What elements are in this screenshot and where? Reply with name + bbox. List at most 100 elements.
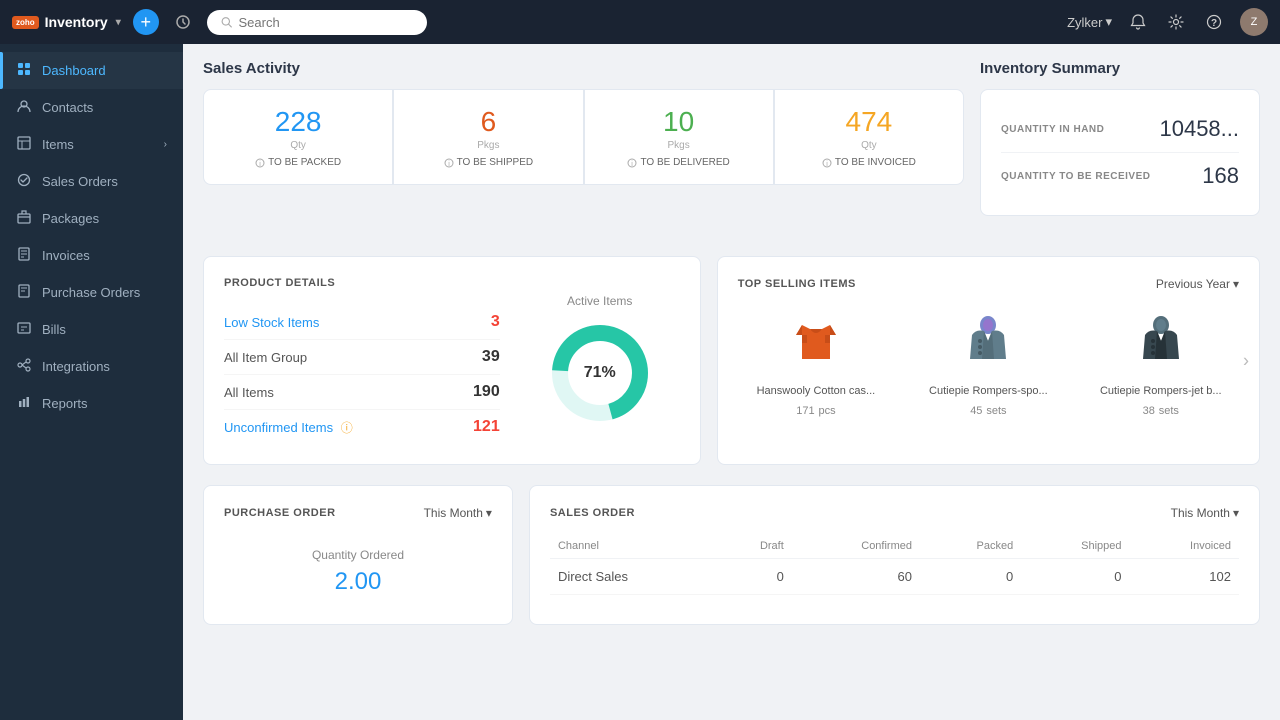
so-cell-confirmed: 60 [792,559,920,595]
mid-section: PRODUCT DETAILS Low Stock Items 3 All It… [203,256,1260,465]
shipped-unit: Pkgs [414,140,562,151]
packed-number: 228 [224,106,372,138]
ts-item-1[interactable]: Hanswooly Cotton cas... 171 pcs [738,305,894,417]
filter-dropdown-icon: ▾ [1233,277,1239,291]
pd-label-low-stock[interactable]: Low Stock Items [224,315,319,330]
pd-row-all-items: All Items 190 [224,375,500,410]
donut-center-label: 71% [584,364,616,382]
user-menu[interactable]: Zylker ▾ [1067,14,1112,30]
inv-row-received: QUANTITY TO BE RECEIVED 168 [1001,153,1239,199]
so-col-confirmed: Confirmed [792,534,920,559]
sidebar-item-label: Dashboard [42,63,106,78]
sa-card-invoiced: 474 Qty i TO BE INVOICED [774,89,964,185]
pd-val-all-items: 190 [473,383,500,401]
pd-label-all-items: All Items [224,385,274,400]
inv-row-hand: QUANTITY IN HAND 10458... [1001,106,1239,153]
invoiced-label: i TO BE INVOICED [795,157,943,168]
top-selling-header: TOP SELLING ITEMS Previous Year ▾ [738,277,1239,291]
product-details-title: PRODUCT DETAILS [224,277,500,289]
sidebar-item-dashboard[interactable]: Dashboard [0,52,183,89]
so-cell-draft: 0 [715,559,792,595]
pd-row-item-group: All Item Group 39 [224,340,500,375]
sidebar-item-packages[interactable]: Packages [0,200,183,237]
purchase-order-title: PURCHASE ORDER [224,507,336,519]
sidebar-item-purchase-orders[interactable]: Purchase Orders [0,274,183,311]
sidebar-item-integrations[interactable]: Integrations [0,348,183,385]
sidebar-item-label: Integrations [42,359,110,374]
product-details-right: Active Items 71% [520,277,680,444]
ts-next-arrow[interactable]: › [1243,351,1249,372]
history-icon[interactable] [171,10,195,34]
user-dropdown-icon: ▾ [1105,14,1112,30]
help-icon[interactable]: ? [1202,10,1226,34]
ts-name-2: Cutiepie Rompers-spo... [910,385,1066,397]
inv-key-received: QUANTITY TO BE RECEIVED [1001,171,1150,182]
sales-activity-cards: 228 Qty i TO BE PACKED 6 Pkgs i TO BE SH… [203,89,964,185]
sales-orders-icon [16,173,32,190]
pd-label-item-group: All Item Group [224,350,307,365]
packed-label: i TO BE PACKED [224,157,372,168]
pd-row-unconfirmed: Unconfirmed Items ⓘ 121 [224,410,500,444]
add-button[interactable]: + [133,9,159,35]
top-selling-filter[interactable]: Previous Year ▾ [1156,277,1239,291]
so-col-invoiced: Invoiced [1130,534,1240,559]
sidebar-item-invoices[interactable]: Invoices [0,237,183,274]
purchase-order-card: PURCHASE ORDER This Month ▾ Quantity Ord… [203,485,513,625]
table-row: Direct Sales 0 60 0 0 102 [550,559,1239,595]
items-icon [16,136,32,153]
search-bar[interactable] [207,10,427,35]
delivered-unit: Pkgs [605,140,753,151]
unconfirmed-info-icon: ⓘ [341,421,353,435]
notifications-icon[interactable] [1126,10,1150,34]
topbar-right: Zylker ▾ ? Z [1067,8,1268,36]
sidebar-item-label: Packages [42,211,99,226]
top-selling-title: TOP SELLING ITEMS [738,278,856,290]
search-input[interactable] [239,15,413,30]
sales-order-filter[interactable]: This Month ▾ [1171,506,1239,520]
so-table-header-row: Channel Draft Confirmed Packed Shipped I… [550,534,1239,559]
top-selling-items: Hanswooly Cotton cas... 171 pcs [738,305,1239,417]
shipped-label: i TO BE SHIPPED [414,157,562,168]
pd-label-unconfirmed[interactable]: Unconfirmed Items ⓘ [224,419,353,436]
items-arrow-icon: › [164,139,167,150]
pd-row-low-stock: Low Stock Items 3 [224,305,500,340]
brand[interactable]: zoho Inventory ▾ [12,14,121,30]
active-items-donut: 71% [545,318,655,428]
top-section: Sales Activity 228 Qty i TO BE PACKED 6 … [203,60,1260,236]
brand-dropdown-icon[interactable]: ▾ [116,17,121,28]
sidebar-item-reports[interactable]: Reports [0,385,183,422]
pd-val-item-group: 39 [482,348,500,366]
purchase-order-content: Quantity Ordered 2.00 [224,540,492,596]
so-cell-shipped: 0 [1021,559,1129,595]
sidebar-item-label: Purchase Orders [42,285,140,300]
product-details-left: PRODUCT DETAILS Low Stock Items 3 All It… [224,277,500,444]
settings-icon[interactable] [1164,10,1188,34]
product-details-card: PRODUCT DETAILS Low Stock Items 3 All It… [203,256,701,465]
purchase-orders-icon [16,284,32,301]
sa-card-packed: 228 Qty i TO BE PACKED [203,89,393,185]
ts-item-3[interactable]: Cutiepie Rompers-jet b... 38 sets [1083,305,1239,417]
so-cell-invoiced: 102 [1130,559,1240,595]
sidebar-item-label: Sales Orders [42,174,118,189]
delivered-label: i TO BE DELIVERED [605,157,753,168]
inventory-summary-section: Inventory Summary QUANTITY IN HAND 10458… [980,60,1260,236]
avatar[interactable]: Z [1240,8,1268,36]
sa-card-shipped: 6 Pkgs i TO BE SHIPPED [393,89,583,185]
so-col-shipped: Shipped [1021,534,1129,559]
sales-order-title: SALES ORDER [550,507,635,519]
sidebar-item-sales-orders[interactable]: Sales Orders [0,163,183,200]
sidebar-item-contacts[interactable]: Contacts [0,89,183,126]
svg-text:?: ? [1211,18,1217,29]
main-content: Sales Activity 228 Qty i TO BE PACKED 6 … [183,44,1280,720]
sales-order-table: Channel Draft Confirmed Packed Shipped I… [550,534,1239,595]
sidebar-item-bills[interactable]: Bills [0,311,183,348]
so-col-draft: Draft [715,534,792,559]
ts-item-2[interactable]: Cutiepie Rompers-spo... 45 sets [910,305,1066,417]
purchase-order-filter[interactable]: This Month ▾ [424,506,492,520]
sidebar-item-items[interactable]: Items › [0,126,183,163]
reports-icon [16,395,32,412]
pd-val-low-stock: 3 [491,313,500,331]
inv-key-hand: QUANTITY IN HAND [1001,124,1104,135]
invoices-icon [16,247,32,264]
bottom-section: PURCHASE ORDER This Month ▾ Quantity Ord… [203,485,1260,625]
